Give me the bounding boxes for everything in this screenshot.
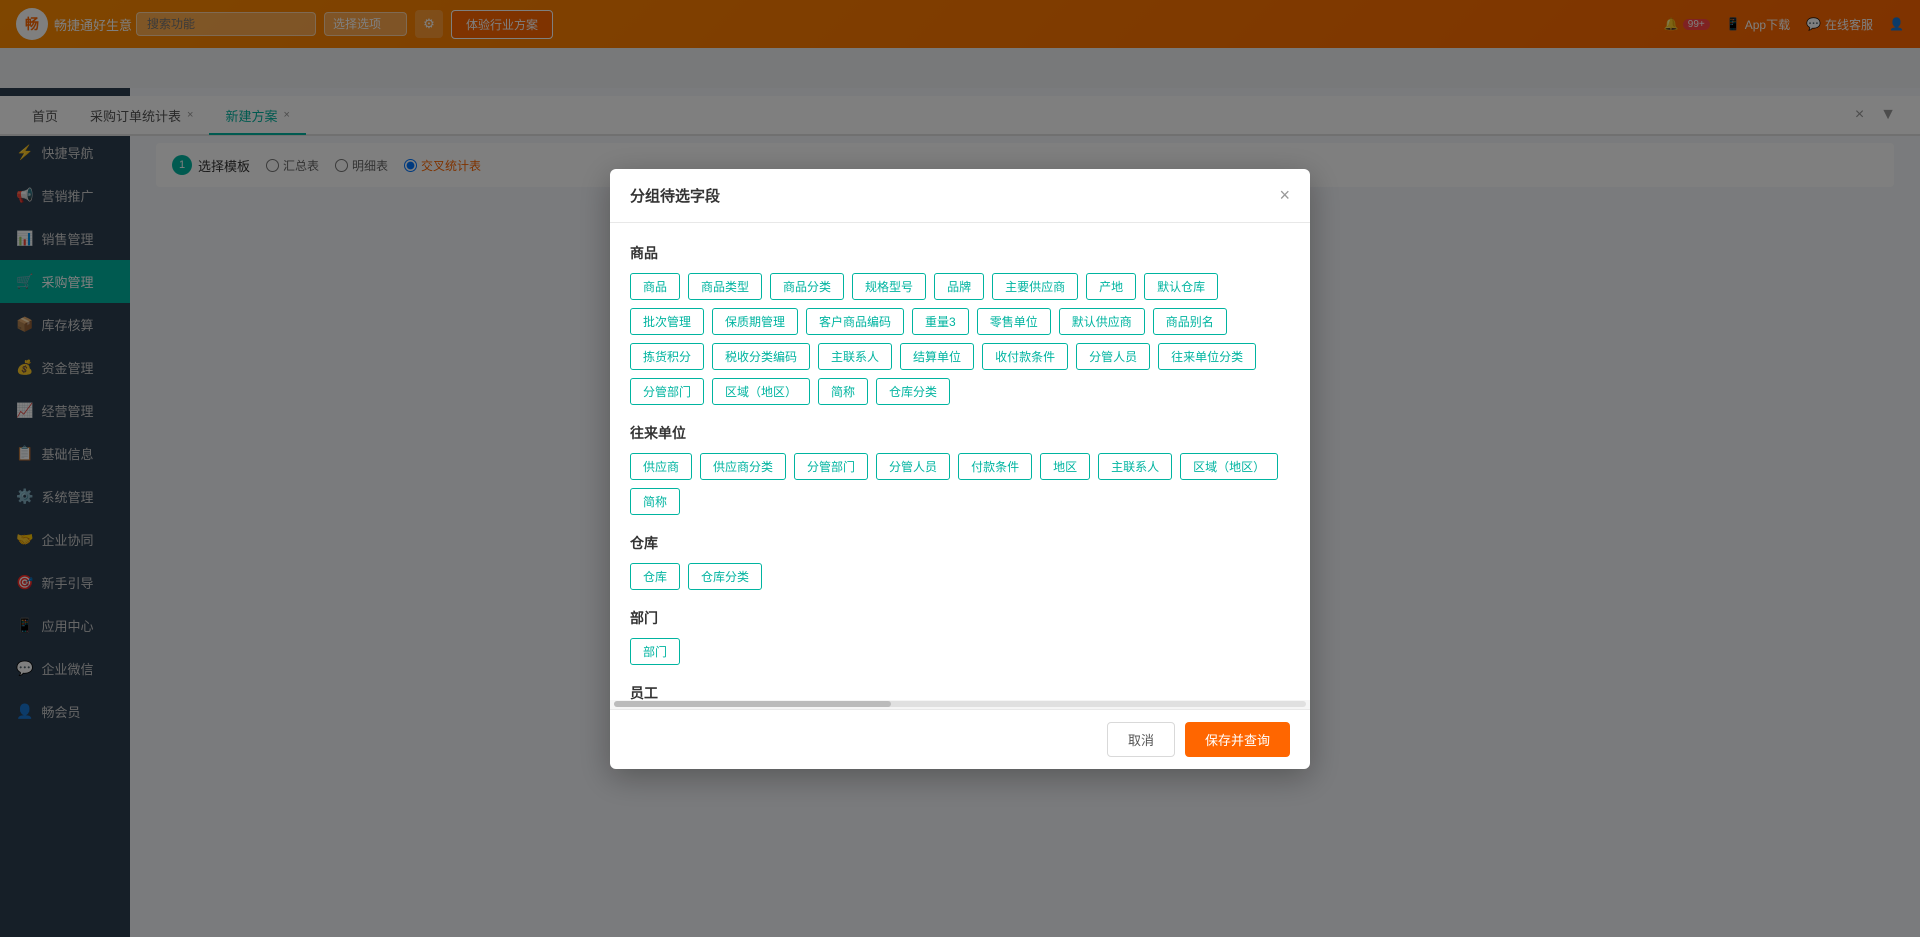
cancel-button[interactable]: 取消	[1107, 722, 1175, 757]
field-tag[interactable]: 商品别名	[1153, 308, 1227, 335]
hscroll-thumb	[614, 701, 891, 707]
field-tag[interactable]: 供应商分类	[700, 453, 786, 480]
modal-body[interactable]: 商品 商品 商品类型 商品分类 规格型号 品牌 主要供应商 产地 默认仓库 批次…	[610, 223, 1310, 700]
field-tag[interactable]: 分管部门	[794, 453, 868, 480]
field-tag[interactable]: 结算单位	[900, 343, 974, 370]
section-title-staff: 员工	[630, 683, 1290, 700]
field-grid-goods: 商品 商品类型 商品分类 规格型号 品牌 主要供应商 产地 默认仓库 批次管理 …	[630, 273, 1290, 405]
field-tag[interactable]: 区域（地区）	[712, 378, 810, 405]
field-tag[interactable]: 批次管理	[630, 308, 704, 335]
section-title-goods: 商品	[630, 243, 1290, 263]
section-title-dept: 部门	[630, 608, 1290, 628]
field-grid-warehouse: 仓库 仓库分类	[630, 563, 1290, 590]
field-tag[interactable]: 简称	[818, 378, 868, 405]
field-tag[interactable]: 商品分类	[770, 273, 844, 300]
modal-footer: 取消 保存并查询	[610, 709, 1310, 769]
modal-close-button[interactable]: ×	[1279, 186, 1290, 204]
section-title-partners: 往来单位	[630, 423, 1290, 443]
field-grid-dept: 部门	[630, 638, 1290, 665]
field-tag[interactable]: 地区	[1040, 453, 1090, 480]
confirm-button[interactable]: 保存并查询	[1185, 722, 1290, 757]
field-grid-partners: 供应商 供应商分类 分管部门 分管人员 付款条件 地区 主联系人 区域（地区） …	[630, 453, 1290, 515]
field-tag[interactable]: 税收分类编码	[712, 343, 810, 370]
field-tag[interactable]: 分管人员	[876, 453, 950, 480]
field-tag[interactable]: 简称	[630, 488, 680, 515]
field-tag[interactable]: 仓库分类	[876, 378, 950, 405]
field-tag[interactable]: 拣货积分	[630, 343, 704, 370]
field-tag[interactable]: 默认供应商	[1059, 308, 1145, 335]
modal-header: 分组待选字段 ×	[610, 169, 1310, 223]
field-tag[interactable]: 产地	[1086, 273, 1136, 300]
field-tag[interactable]: 仓库分类	[688, 563, 762, 590]
hscroll-track	[614, 701, 1306, 707]
field-tag[interactable]: 仓库	[630, 563, 680, 590]
field-tag[interactable]: 收付款条件	[982, 343, 1068, 370]
field-tag[interactable]: 主联系人	[818, 343, 892, 370]
field-tag[interactable]: 客户商品编码	[806, 308, 904, 335]
modal-horizontal-scrollbar[interactable]	[610, 700, 1310, 709]
field-tag[interactable]: 零售单位	[977, 308, 1051, 335]
field-tag[interactable]: 重量3	[912, 308, 969, 335]
field-tag[interactable]: 主要供应商	[992, 273, 1078, 300]
section-title-warehouse: 仓库	[630, 533, 1290, 553]
field-tag[interactable]: 付款条件	[958, 453, 1032, 480]
field-tag[interactable]: 规格型号	[852, 273, 926, 300]
field-tag[interactable]: 保质期管理	[712, 308, 798, 335]
field-select-modal: 分组待选字段 × 商品 商品 商品类型 商品分类 规格型号 品牌 主要供应商 产…	[610, 169, 1310, 769]
field-tag[interactable]: 分管部门	[630, 378, 704, 405]
field-tag[interactable]: 分管人员	[1076, 343, 1150, 370]
field-tag[interactable]: 默认仓库	[1144, 273, 1218, 300]
field-tag[interactable]: 部门	[630, 638, 680, 665]
field-tag[interactable]: 商品	[630, 273, 680, 300]
field-tag[interactable]: 区域（地区）	[1180, 453, 1278, 480]
modal-overlay: 分组待选字段 × 商品 商品 商品类型 商品分类 规格型号 品牌 主要供应商 产…	[0, 0, 1920, 937]
modal-title: 分组待选字段	[630, 185, 720, 206]
field-tag[interactable]: 往来单位分类	[1158, 343, 1256, 370]
field-tag[interactable]: 品牌	[934, 273, 984, 300]
field-tag[interactable]: 供应商	[630, 453, 692, 480]
field-tag[interactable]: 商品类型	[688, 273, 762, 300]
field-tag[interactable]: 主联系人	[1098, 453, 1172, 480]
